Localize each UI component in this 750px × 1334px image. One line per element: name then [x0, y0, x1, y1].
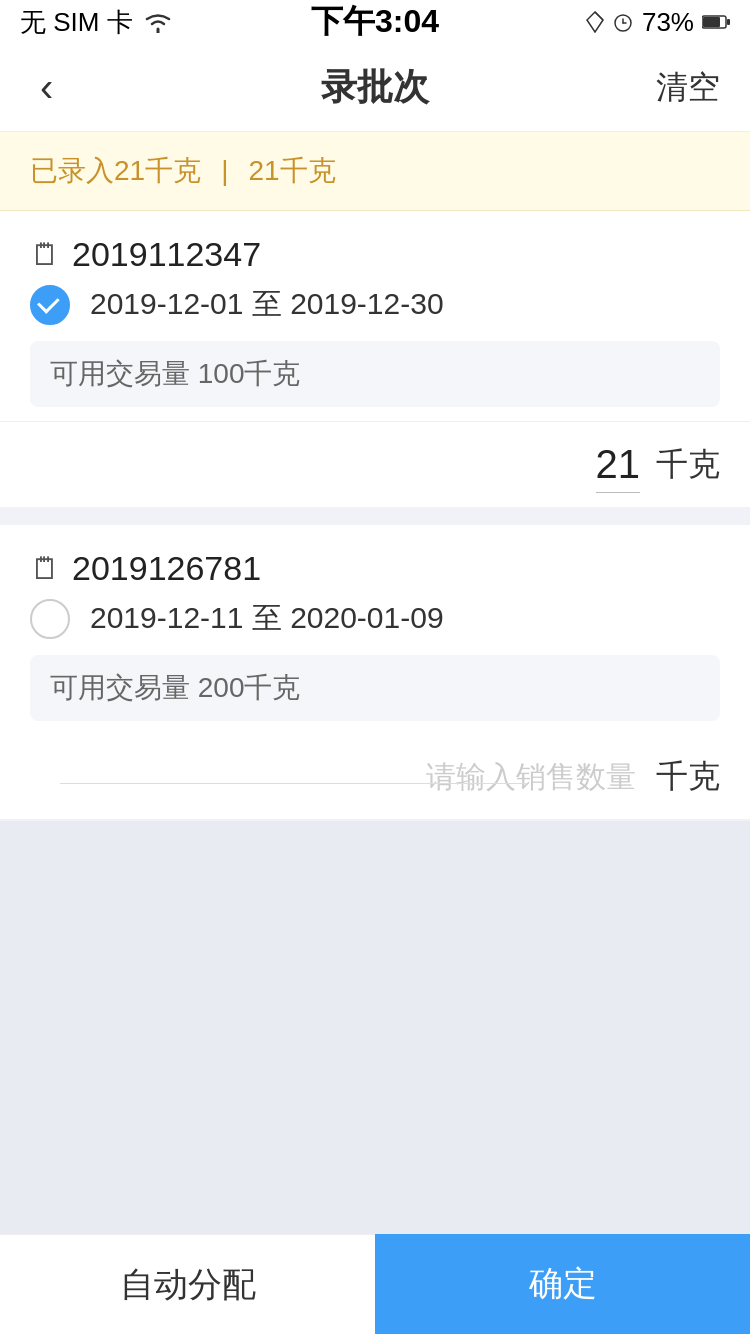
available-row-1: 可用交易量 100千克: [30, 341, 720, 407]
confirm-button[interactable]: 确定: [375, 1234, 750, 1334]
batch-date-1: 2019-12-01 至 2019-12-30: [90, 284, 444, 325]
battery-icon: [702, 14, 730, 30]
radio-checked-1[interactable]: [30, 285, 70, 325]
batch-date-row-2: 2019-12-11 至 2020-01-09: [0, 598, 750, 649]
wifi-icon: [143, 11, 173, 33]
info-banner: 已录入21千克 | 21千克: [0, 132, 750, 211]
available-row-2: 可用交易量 200千克: [30, 655, 720, 721]
nav-bar: ‹ 录批次 清空: [0, 44, 750, 132]
input-underline-2: [60, 783, 526, 784]
batch-item-1[interactable]: 🗒 2019112347 2019-12-01 至 2019-12-30 可用交…: [0, 211, 750, 507]
status-left: 无 SIM 卡: [20, 5, 173, 40]
batch-item-2[interactable]: 🗒 2019126781 2019-12-11 至 2020-01-09 可用交…: [0, 525, 750, 819]
svg-rect-5: [703, 17, 720, 27]
input-row-2[interactable]: 请输入销售数量 千克: [0, 735, 750, 819]
batch-header-2: 🗒 2019126781: [0, 525, 750, 598]
info-value: 21千克: [248, 152, 335, 190]
nav-title: 录批次: [321, 63, 429, 112]
info-divider: |: [221, 155, 228, 187]
radio-unchecked-2[interactable]: [30, 599, 70, 639]
batch-id-1: 2019112347: [72, 235, 261, 274]
input-unit-2: 千克: [656, 755, 720, 799]
batch-icon-2: 🗒: [30, 552, 60, 586]
location-icon: [586, 11, 604, 33]
gray-area: [0, 821, 750, 1241]
bottom-bar: 自动分配 确定: [0, 1234, 750, 1334]
amount-unit-1: 千克: [656, 443, 720, 487]
clear-button[interactable]: 清空: [656, 66, 720, 110]
alarm-icon: [612, 11, 634, 33]
batch-date-2: 2019-12-11 至 2020-01-09: [90, 598, 444, 639]
status-right: 73%: [586, 7, 730, 38]
input-placeholder-2: 请输入销售数量: [426, 757, 636, 798]
separator-1: [0, 509, 750, 525]
batch-icon-1: 🗒: [30, 238, 60, 272]
status-time: 下午3:04: [311, 0, 439, 44]
amount-value-1: 21: [596, 442, 641, 486]
batch-date-row-1: 2019-12-01 至 2019-12-30: [0, 284, 750, 335]
batch-header-1: 🗒 2019112347: [0, 211, 750, 284]
svg-rect-4: [727, 19, 730, 25]
amount-row-1: 21 千克: [0, 421, 750, 507]
recorded-label: 已录入21千克: [30, 152, 201, 190]
batch-id-2: 2019126781: [72, 549, 261, 588]
back-button[interactable]: ‹: [30, 55, 63, 120]
battery-text: 73%: [642, 7, 694, 38]
status-bar: 无 SIM 卡 下午3:04 73%: [0, 0, 750, 44]
auto-distribute-button[interactable]: 自动分配: [0, 1234, 375, 1334]
carrier-text: 无 SIM 卡: [20, 5, 133, 40]
